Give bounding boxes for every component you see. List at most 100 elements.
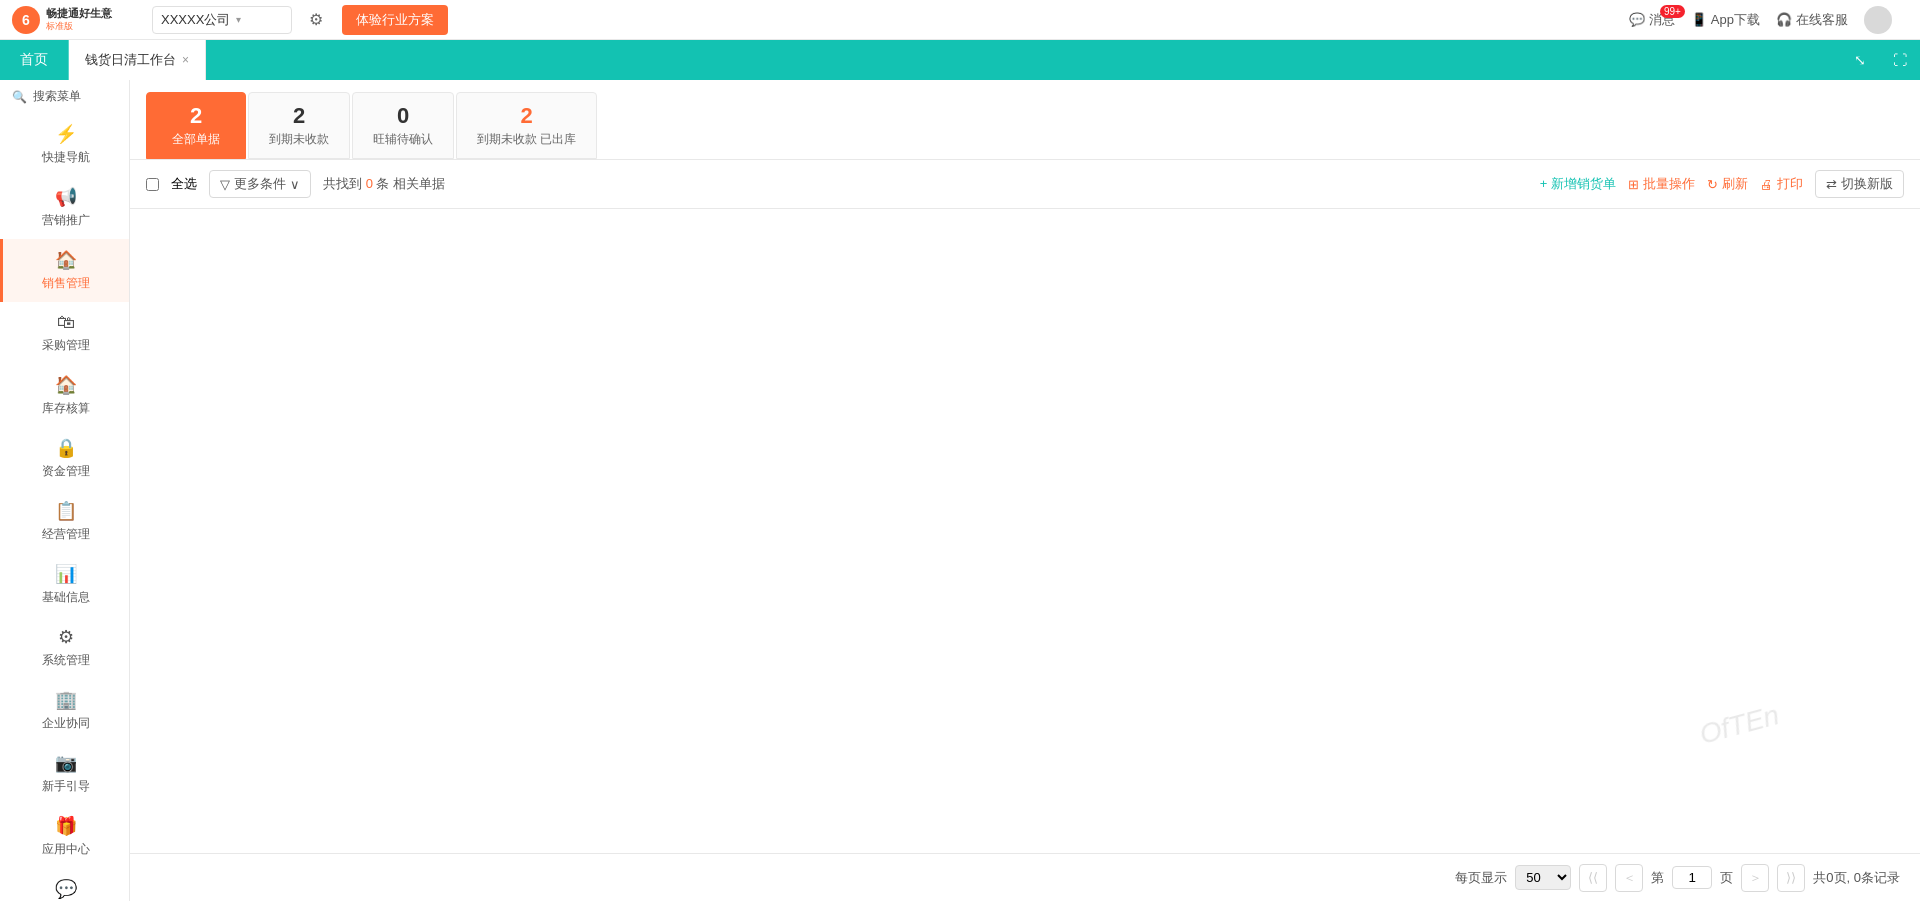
refresh-button[interactable]: ↻ 刷新 bbox=[1707, 175, 1748, 193]
page-number-input[interactable] bbox=[1672, 866, 1712, 889]
enterprise-icon: 🏢 bbox=[55, 689, 77, 711]
batch-operation-button[interactable]: ⊞ 批量操作 bbox=[1628, 175, 1695, 193]
refresh-icon: ↻ bbox=[1707, 177, 1718, 192]
tab-home[interactable]: 首页 bbox=[0, 40, 69, 80]
sidebar-item-quick-nav[interactable]: ⚡ 快捷导航 bbox=[0, 113, 129, 176]
phone-icon: 📱 bbox=[1691, 12, 1707, 27]
header-right: 💬 消息 99+ 📱 App下载 🎧 在线客服 bbox=[1629, 6, 1908, 34]
summary-tab-all[interactable]: 2 全部单据 bbox=[146, 92, 246, 159]
sidebar-item-label: 系统管理 bbox=[42, 652, 90, 669]
tab-active[interactable]: 钱货日清工作台 × bbox=[69, 40, 206, 80]
logo-text: 畅捷通好生意 标准版 bbox=[46, 6, 112, 33]
sidebar-item-guide[interactable]: 📷 新手引导 bbox=[0, 742, 129, 805]
tab-minimize-button[interactable]: ⤡ bbox=[1840, 40, 1880, 80]
tab-count-all: 2 bbox=[167, 103, 225, 129]
tab-actions: ⤡ ⛶ bbox=[1840, 40, 1920, 80]
tab-close-icon[interactable]: × bbox=[182, 53, 189, 67]
top-header: 6 畅捷通好生意 标准版 XXXXX公司 ▾ ⚙ 体验行业方案 💬 消息 99+… bbox=[0, 0, 1920, 40]
tab-count-unshipped: 2 bbox=[477, 103, 576, 129]
message-icon: 💬 bbox=[1629, 12, 1645, 27]
sidebar-item-operations[interactable]: 📋 经营管理 bbox=[0, 490, 129, 553]
finance-icon: 🔒 bbox=[55, 437, 77, 459]
switch-label: 切换新版 bbox=[1841, 175, 1893, 193]
purchase-icon: 🛍 bbox=[57, 312, 75, 333]
sidebar-item-app-center[interactable]: 🎁 应用中心 bbox=[0, 805, 129, 868]
sidebar-search-label: 搜索菜单 bbox=[33, 88, 81, 105]
sidebar-item-label: 新手引导 bbox=[42, 778, 90, 795]
sidebar-search[interactable]: 🔍 搜索菜单 bbox=[0, 80, 129, 113]
sidebar-item-label: 经营管理 bbox=[42, 526, 90, 543]
app-download-label: App下载 bbox=[1711, 11, 1760, 29]
sidebar-item-label: 企业协同 bbox=[42, 715, 90, 732]
sidebar-item-label: 销售管理 bbox=[42, 275, 90, 292]
sidebar-item-system[interactable]: ⚙ 系统管理 bbox=[0, 616, 129, 679]
marketing-icon: 📢 bbox=[55, 186, 77, 208]
filter-label: 更多条件 bbox=[234, 175, 286, 193]
page-size-label: 每页显示 bbox=[1455, 869, 1507, 887]
sidebar-item-wechat[interactable]: 💬 企业微信 bbox=[0, 868, 129, 901]
settings-icon[interactable]: ⚙ bbox=[300, 4, 332, 36]
summary-tab-overdue[interactable]: 2 到期未收款 bbox=[248, 92, 350, 159]
filter-button[interactable]: ▽ 更多条件 ∨ bbox=[209, 170, 311, 198]
tab-maximize-button[interactable]: ⛶ bbox=[1880, 40, 1920, 80]
refresh-label: 刷新 bbox=[1722, 175, 1748, 193]
app-download-button[interactable]: 📱 App下载 bbox=[1691, 11, 1760, 29]
inventory-icon: 🏠 bbox=[55, 374, 77, 396]
tab-label-all: 全部单据 bbox=[167, 131, 225, 148]
add-sales-order-button[interactable]: + 新增销货单 bbox=[1540, 175, 1616, 193]
toolbar: 全选 ▽ 更多条件 ∨ 共找到 0 条 相关单据 + 新增销货单 ⊞ 批量操作 … bbox=[130, 160, 1920, 209]
table-area bbox=[130, 209, 1920, 853]
company-selector[interactable]: XXXXX公司 ▾ bbox=[152, 6, 292, 34]
found-count: 0 bbox=[366, 176, 373, 191]
app-center-icon: 🎁 bbox=[55, 815, 77, 837]
message-button[interactable]: 💬 消息 99+ bbox=[1629, 11, 1675, 29]
trial-button[interactable]: 体验行业方案 bbox=[342, 5, 448, 35]
sidebar-item-purchase[interactable]: 🛍 采购管理 bbox=[0, 302, 129, 364]
batch-label: 批量操作 bbox=[1643, 175, 1695, 193]
sidebar-item-label: 资金管理 bbox=[42, 463, 90, 480]
tab-label-overdue: 到期未收款 bbox=[269, 131, 329, 148]
summary-tab-pending[interactable]: 0 旺辅待确认 bbox=[352, 92, 454, 159]
online-service-button[interactable]: 🎧 在线客服 bbox=[1776, 11, 1848, 29]
logo-icon: 6 bbox=[12, 6, 40, 34]
quick-nav-icon: ⚡ bbox=[55, 123, 77, 145]
switch-new-version-button[interactable]: ⇄ 切换新版 bbox=[1815, 170, 1904, 198]
main-layout: 🔍 搜索菜单 ⚡ 快捷导航 📢 营销推广 🏠 销售管理 🛍 采购管理 🏠 库存核… bbox=[0, 80, 1920, 901]
sidebar-item-label: 营销推广 bbox=[42, 212, 90, 229]
logo-area: 6 畅捷通好生意 标准版 bbox=[12, 6, 142, 34]
sidebar: 🔍 搜索菜单 ⚡ 快捷导航 📢 营销推广 🏠 销售管理 🛍 采购管理 🏠 库存核… bbox=[0, 80, 130, 901]
company-name: XXXXX公司 bbox=[161, 11, 230, 29]
service-icon: 🎧 bbox=[1776, 12, 1792, 27]
page-size-select[interactable]: 10 20 50 100 bbox=[1515, 865, 1571, 890]
sidebar-item-label: 基础信息 bbox=[42, 589, 90, 606]
sidebar-item-inventory[interactable]: 🏠 库存核算 bbox=[0, 364, 129, 427]
sidebar-item-label: 快捷导航 bbox=[42, 149, 90, 166]
sidebar-item-label: 库存核算 bbox=[42, 400, 90, 417]
tab-bar: 首页 钱货日清工作台 × ⤡ ⛶ bbox=[0, 40, 1920, 80]
tab-count-overdue: 2 bbox=[269, 103, 329, 129]
print-button[interactable]: 🖨 打印 bbox=[1760, 175, 1803, 193]
operations-icon: 📋 bbox=[55, 500, 77, 522]
tab-label: 钱货日清工作台 bbox=[85, 51, 176, 69]
avatar[interactable] bbox=[1864, 6, 1892, 34]
search-icon: 🔍 bbox=[12, 90, 27, 104]
chevron-down-icon: ▾ bbox=[236, 14, 241, 25]
summary-tabs: 2 全部单据 2 到期未收款 0 旺辅待确认 2 到期未收款 已出库 bbox=[130, 80, 1920, 160]
page-label: 第 bbox=[1651, 869, 1664, 887]
select-all-checkbox[interactable] bbox=[146, 178, 159, 191]
content-area: 2 全部单据 2 到期未收款 0 旺辅待确认 2 到期未收款 已出库 全选 ▽ … bbox=[130, 80, 1920, 901]
next-page-button[interactable]: ＞ bbox=[1741, 864, 1769, 892]
sidebar-item-sales[interactable]: 🏠 销售管理 bbox=[0, 239, 129, 302]
sidebar-item-finance[interactable]: 🔒 资金管理 bbox=[0, 427, 129, 490]
sidebar-item-basic-info[interactable]: 📊 基础信息 bbox=[0, 553, 129, 616]
last-page-button[interactable]: ⟩⟩ bbox=[1777, 864, 1805, 892]
basic-info-icon: 📊 bbox=[55, 563, 77, 585]
sidebar-item-enterprise[interactable]: 🏢 企业协同 bbox=[0, 679, 129, 742]
switch-icon: ⇄ bbox=[1826, 177, 1837, 192]
print-icon: 🖨 bbox=[1760, 177, 1773, 192]
summary-tab-unshipped[interactable]: 2 到期未收款 已出库 bbox=[456, 92, 597, 159]
prev-page-button[interactable]: ＜ bbox=[1615, 864, 1643, 892]
first-page-button[interactable]: ⟨⟨ bbox=[1579, 864, 1607, 892]
filter-chevron-icon: ∨ bbox=[290, 177, 300, 192]
sidebar-item-marketing[interactable]: 📢 营销推广 bbox=[0, 176, 129, 239]
